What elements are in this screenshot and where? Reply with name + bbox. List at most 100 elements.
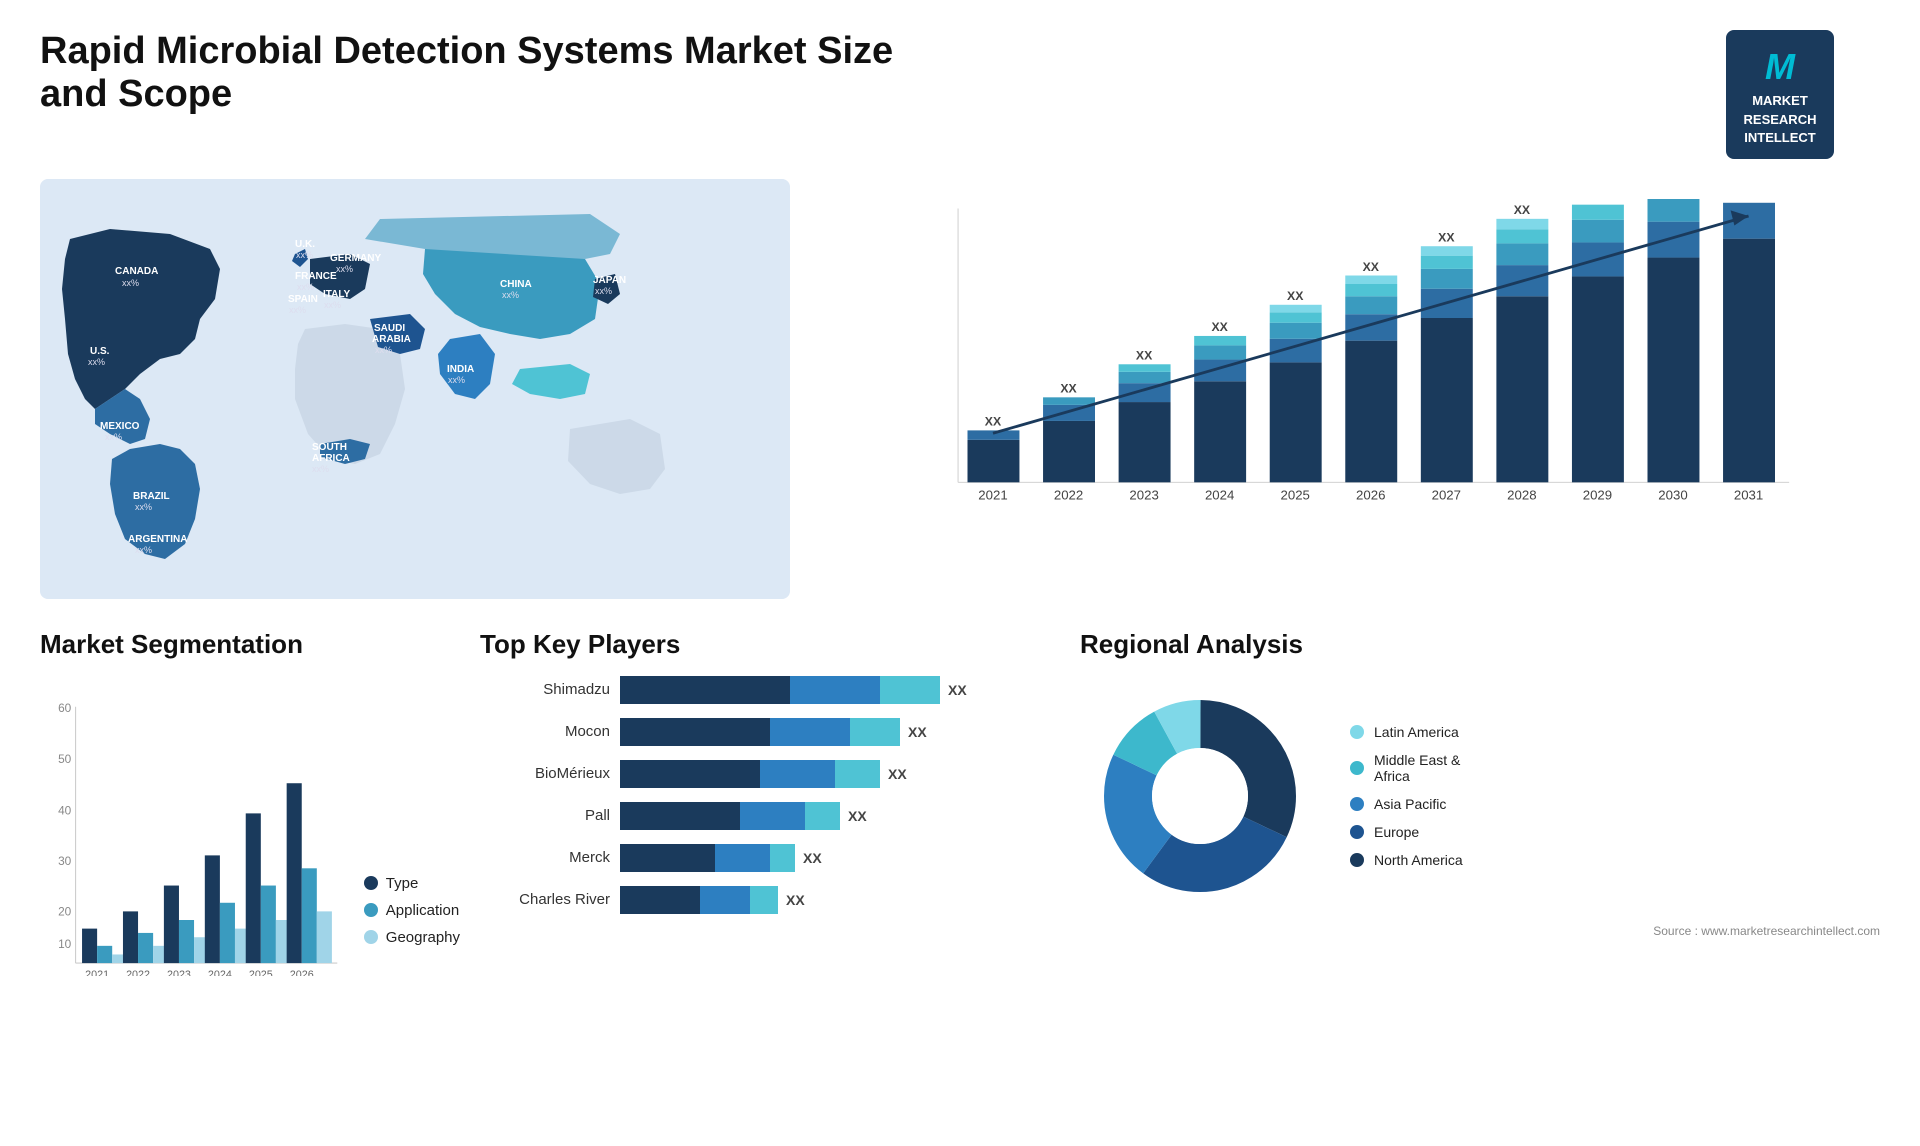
player-row-merck: Merck XX <box>480 844 1060 872</box>
bar-2028-seg3 <box>1496 243 1548 265</box>
bar-2031-seg1 <box>1723 239 1775 483</box>
player-row-biomerieux: BioMérieux XX <box>480 760 1060 788</box>
china-val: xx% <box>502 290 519 300</box>
japan-val: xx% <box>595 286 612 296</box>
japan-label: JAPAN <box>593 275 626 286</box>
year-2031: 2031 <box>1734 487 1763 502</box>
brazil-val: xx% <box>135 502 152 512</box>
india-label: INDIA <box>447 364 474 375</box>
segmentation-svg: 60 50 40 30 20 10 2021 2022 2023 2024 20… <box>40 696 344 976</box>
bar-seg3 <box>770 844 795 872</box>
bar-2025-seg1 <box>1270 362 1322 482</box>
bar-2022-seg3 <box>1043 397 1095 405</box>
y-label-30: 30 <box>58 854 72 868</box>
saudi-label: SAUDI <box>374 323 405 334</box>
bar-2024-seg1 <box>1194 381 1246 482</box>
legend-latin-america-label: Latin America <box>1374 724 1459 740</box>
bar-seg3 <box>750 886 778 914</box>
us-label: U.S. <box>90 346 110 357</box>
bar-2029-seg1 <box>1572 276 1624 482</box>
bar-2026-seg1 <box>1345 341 1397 483</box>
donut-chart-svg <box>1080 676 1320 916</box>
seg-bar-2025-type <box>246 813 261 963</box>
south-africa-val: xx% <box>312 464 329 474</box>
bar-2028-seg4 <box>1496 229 1548 243</box>
bar-2029-seg3 <box>1572 220 1624 243</box>
year-2029: 2029 <box>1583 487 1612 502</box>
player-bar-visual <box>620 760 880 788</box>
legend-geo-dot <box>364 930 378 944</box>
italy-val: xx% <box>324 300 341 310</box>
italy-label: ITALY <box>323 289 351 300</box>
bar-2023-seg3 <box>1119 372 1171 383</box>
bottom-section: Market Segmentation 60 50 40 30 20 10 20… <box>40 629 1880 1009</box>
saudi-val: xx% <box>375 345 392 355</box>
player-row-mocon: Mocon XX <box>480 718 1060 746</box>
regional-title: Regional Analysis <box>1080 629 1880 660</box>
year-2027: 2027 <box>1432 487 1461 502</box>
bar-2024-seg3 <box>1194 345 1246 359</box>
player-val-mocon: XX <box>908 724 927 740</box>
seg-bar-2022-type <box>123 911 138 963</box>
bar-2030-seg1 <box>1648 258 1700 483</box>
seg-bar-2026-app <box>302 868 317 963</box>
segmentation-legend: Type Application Geography <box>364 875 460 976</box>
bar-seg1 <box>620 844 715 872</box>
brazil-label: BRAZIL <box>133 491 170 502</box>
bar-2025-seg4 <box>1270 312 1322 322</box>
logo-m-icon: M <box>1744 42 1817 92</box>
player-bar-visual <box>620 802 840 830</box>
y-label-40: 40 <box>58 803 72 817</box>
player-bar-visual <box>620 676 940 704</box>
seg-bar-2022-app <box>138 933 153 963</box>
china-label: CHINA <box>500 279 532 290</box>
val-2025: XX <box>1287 289 1304 303</box>
argentina-val: xx% <box>135 545 152 555</box>
player-name-biomerieux: BioMérieux <box>480 765 610 782</box>
canada-val: xx% <box>122 278 139 288</box>
legend-asia-pacific-label: Asia Pacific <box>1374 796 1446 812</box>
bar-2025-seg5 <box>1270 305 1322 313</box>
bar-seg2 <box>770 718 850 746</box>
bar-2030-seg2 <box>1648 222 1700 258</box>
bar-seg2 <box>760 760 835 788</box>
year-2026: 2026 <box>1356 487 1385 502</box>
legend-application: Application <box>364 902 460 919</box>
year-2022: 2022 <box>1054 487 1083 502</box>
legend-middle-east-africa: Middle East &Africa <box>1350 752 1463 784</box>
player-val-biomerieux: XX <box>888 766 907 782</box>
y-label-50: 50 <box>58 752 72 766</box>
year-2024: 2024 <box>1205 487 1234 502</box>
legend-middle-east-dot <box>1350 761 1364 775</box>
logo-box: M MARKET RESEARCH INTELLECT <box>1726 30 1835 159</box>
seg-x-2025: 2025 <box>249 969 273 976</box>
val-2021: XX <box>985 415 1002 429</box>
argentina-label: ARGENTINA <box>128 534 187 545</box>
legend-north-america: North America <box>1350 852 1463 868</box>
bar-seg3 <box>805 802 840 830</box>
map-svg: CANADA xx% U.S. xx% MEXICO xx% BRAZIL xx… <box>40 179 790 599</box>
val-2029: XX <box>1589 199 1606 202</box>
player-row-pall: Pall XX <box>480 802 1060 830</box>
bar-seg1 <box>620 676 790 704</box>
bar-2022-seg1 <box>1043 421 1095 482</box>
year-2023: 2023 <box>1129 487 1158 502</box>
us-val: xx% <box>88 357 105 367</box>
player-val-charles-river: XX <box>786 892 805 908</box>
top-section: CANADA xx% U.S. xx% MEXICO xx% BRAZIL xx… <box>40 179 1880 599</box>
bar-seg3 <box>880 676 940 704</box>
player-name-mocon: Mocon <box>480 723 610 740</box>
legend-latin-america: Latin America <box>1350 724 1463 740</box>
year-2028: 2028 <box>1507 487 1536 502</box>
players-title: Top Key Players <box>480 629 1060 660</box>
mexico-val: xx% <box>105 432 122 442</box>
india-val: xx% <box>448 375 465 385</box>
y-label-60: 60 <box>58 701 72 715</box>
val-2024: XX <box>1211 320 1228 334</box>
bar-seg3 <box>850 718 900 746</box>
bar-seg2 <box>790 676 880 704</box>
val-2027: XX <box>1438 230 1455 244</box>
legend-app-dot <box>364 903 378 917</box>
seg-bar-2024-app <box>220 903 235 963</box>
world-map: CANADA xx% U.S. xx% MEXICO xx% BRAZIL xx… <box>40 179 790 599</box>
